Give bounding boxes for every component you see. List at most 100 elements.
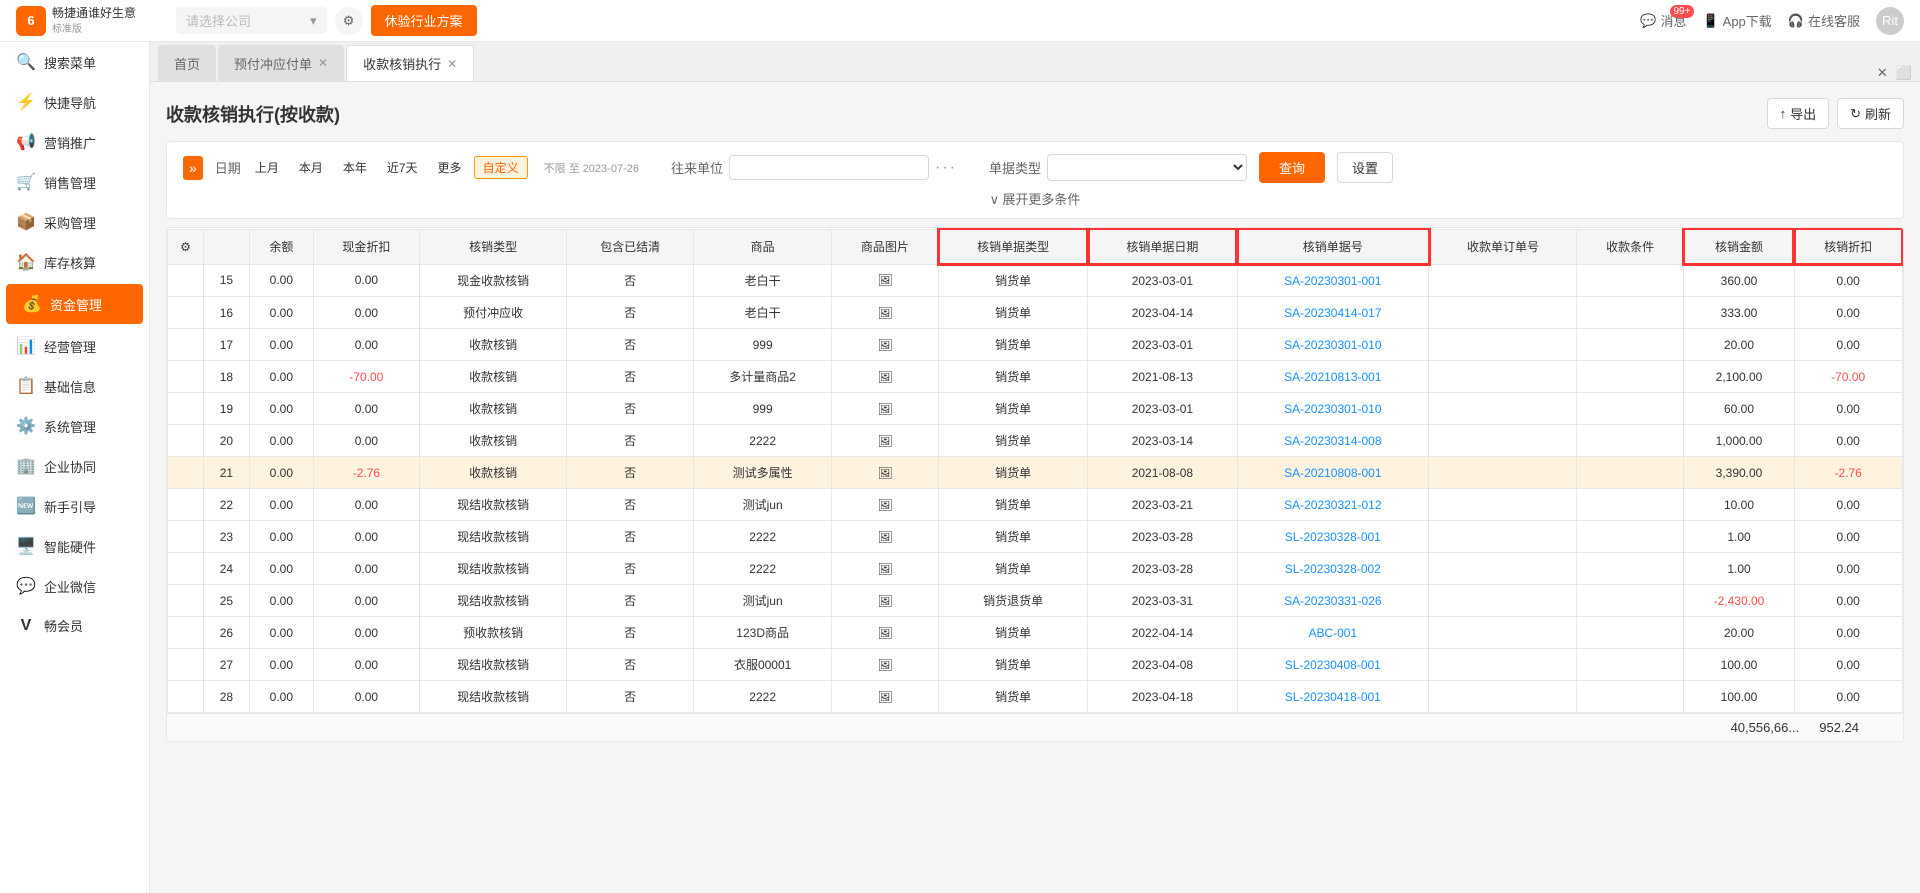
tab-expand-icon[interactable]: ⬜ <box>1896 65 1912 81</box>
cell-bill-report-no[interactable]: SL-20230328-001 <box>1237 521 1429 553</box>
period-custom[interactable]: 自定义 <box>474 156 528 179</box>
table-row: 220.000.00现结收款核销否测试jun🖼销货单2023-03-21SA-2… <box>168 489 1903 521</box>
sidebar-label: 新手引导 <box>44 497 96 516</box>
gear-icon[interactable]: ⚙ <box>335 7 363 35</box>
cell-bill-report-no[interactable]: ABC-001 <box>1237 617 1429 649</box>
cell-row-no: 23 <box>204 521 250 553</box>
cell-bill-report-type: 销货单 <box>939 457 1088 489</box>
cell-receipt-condition <box>1577 264 1684 297</box>
sidebar-item-sales[interactable]: 🛒 销售管理 <box>0 162 149 202</box>
period-this-year[interactable]: 本年 <box>335 157 375 178</box>
cell-bill-report-no[interactable]: SL-20230418-001 <box>1237 681 1429 713</box>
cell-bill-report-date: 2022-04-14 <box>1088 617 1237 649</box>
cell-bill-report-type: 销货单 <box>939 489 1088 521</box>
table-row: 270.000.00现结收款核销否衣服00001🖼销货单2023-04-08SL… <box>168 649 1903 681</box>
cell-row-no: 25 <box>204 585 250 617</box>
period-this-month[interactable]: 本月 <box>291 157 331 178</box>
sidebar-item-guide[interactable]: 🆕 新手引导 <box>0 486 149 526</box>
cell-write-off-type: 现金收款核销 <box>419 264 567 297</box>
user-name: Rit <box>1882 13 1898 28</box>
tab-close-all-icon[interactable]: ✕ <box>1877 65 1888 81</box>
tab-prepay[interactable]: 预付冲应付单 ✕ <box>218 45 344 81</box>
online-service-btn[interactable]: 🎧 在线客服 <box>1788 11 1860 30</box>
tab-collection[interactable]: 收款核销执行 ✕ <box>346 45 474 81</box>
cell-goods: 测试多属性 <box>694 457 832 489</box>
cell-write-off-type: 现结收款核销 <box>419 585 567 617</box>
table-row: 180.00-70.00收款核销否多计量商品2🖼销货单2021-08-13SA-… <box>168 361 1903 393</box>
cell-cash-discount: 0.00 <box>313 329 419 361</box>
filter-bill-type: 单据类型 <box>989 154 1247 181</box>
cell-write-off-discount: 0.00 <box>1794 681 1902 713</box>
cell-bill-report-no[interactable]: SA-20230301-010 <box>1237 329 1429 361</box>
sidebar-item-operations[interactable]: 📊 经营管理 <box>0 326 149 366</box>
cell-row-no: 17 <box>204 329 250 361</box>
cell-bill-report-no[interactable]: SA-20230301-001 <box>1237 264 1429 297</box>
cell-included-cleared: 否 <box>567 264 694 297</box>
sidebar-label: 营销推广 <box>44 133 96 152</box>
cell-bill-report-no[interactable]: SL-20230408-001 <box>1237 649 1429 681</box>
sidebar-item-inventory[interactable]: 🏠 库存核算 <box>0 242 149 282</box>
cell-bill-report-no[interactable]: SA-20210813-001 <box>1237 361 1429 393</box>
cell-bill-report-no[interactable]: SA-20230414-017 <box>1237 297 1429 329</box>
col-write-off-type: 核销类型 <box>419 229 567 264</box>
cell-bill-report-type: 销货单 <box>939 425 1088 457</box>
page-title: 收款核销执行(按收款) <box>166 101 340 127</box>
sidebar-item-finance[interactable]: 💰 资金管理 <box>6 284 143 324</box>
cell-write-off-amount: 100.00 <box>1684 681 1795 713</box>
col-gear[interactable]: ⚙ <box>168 229 204 264</box>
table-row: 230.000.00现结收款核销否2222🖼销货单2023-03-28SL-20… <box>168 521 1903 553</box>
table-row: 250.000.00现结收款核销否测试jun🖼销货退货单2023-03-31SA… <box>168 585 1903 617</box>
sidebar-label: 企业微信 <box>44 577 96 596</box>
cell-balance: 0.00 <box>249 521 313 553</box>
sidebar-label: 资金管理 <box>50 295 102 314</box>
customer-input[interactable] <box>729 155 929 180</box>
sidebar-item-search-menu[interactable]: 🔍 搜索菜单 <box>0 42 149 82</box>
cell-gear <box>168 329 204 361</box>
cell-write-off-type: 现结收款核销 <box>419 521 567 553</box>
cell-bill-report-no[interactable]: SA-20230314-008 <box>1237 425 1429 457</box>
sidebar-item-quick-nav[interactable]: ⚡ 快捷导航 <box>0 82 149 122</box>
cell-cash-discount: 0.00 <box>313 425 419 457</box>
period-last-month[interactable]: 上月 <box>247 157 287 178</box>
tab-home[interactable]: 首页 <box>158 45 216 81</box>
cell-bill-report-no[interactable]: SA-20210808-001 <box>1237 457 1429 489</box>
period-7days[interactable]: 近7天 <box>379 157 426 178</box>
company-select[interactable]: 请选择公司 ▾ <box>176 7 327 34</box>
cell-receipt-order-no <box>1429 329 1577 361</box>
message-btn[interactable]: 💬 消息 99+ <box>1640 11 1686 30</box>
sidebar-item-enterprise[interactable]: 🏢 企业协同 <box>0 446 149 486</box>
cell-bill-report-no[interactable]: SL-20230328-002 <box>1237 553 1429 585</box>
cell-included-cleared: 否 <box>567 425 694 457</box>
bill-type-select[interactable] <box>1047 154 1247 181</box>
cell-goods-img: 🖼 <box>832 553 939 585</box>
app-download-btn[interactable]: 📱 App下载 <box>1702 11 1771 30</box>
sidebar-item-basic-info[interactable]: 📋 基础信息 <box>0 366 149 406</box>
industry-btn[interactable]: 休验行业方案 <box>371 5 477 36</box>
period-more[interactable]: 更多 <box>430 157 470 178</box>
sidebar-item-system[interactable]: ⚙️ 系统管理 <box>0 406 149 446</box>
tab-close-icon[interactable]: ✕ <box>318 56 328 70</box>
search-icon: 🔍 <box>16 52 36 72</box>
tab-close-icon[interactable]: ✕ <box>447 57 457 71</box>
export-btn[interactable]: ↑ 导出 <box>1767 98 1830 129</box>
sidebar-item-purchase[interactable]: 📦 采购管理 <box>0 202 149 242</box>
cell-bill-report-no[interactable]: SA-20230331-026 <box>1237 585 1429 617</box>
sidebar-item-wechat[interactable]: 💬 企业微信 <box>0 566 149 606</box>
cell-bill-report-no[interactable]: SA-20230321-012 <box>1237 489 1429 521</box>
expand-more-btn[interactable]: ∨ 展开更多条件 <box>183 189 1887 208</box>
cell-bill-report-no[interactable]: SA-20230301-010 <box>1237 393 1429 425</box>
query-btn[interactable]: 查询 <box>1259 152 1325 183</box>
refresh-btn[interactable]: ↻ 刷新 <box>1837 98 1904 129</box>
avatar[interactable]: Rit <box>1876 7 1904 35</box>
settings-btn[interactable]: 设置 <box>1337 152 1393 183</box>
cell-cash-discount: 0.00 <box>313 681 419 713</box>
chevron-down-icon: ▾ <box>310 13 317 29</box>
sidebar-item-marketing[interactable]: 📢 营销推广 <box>0 122 149 162</box>
cell-goods: 2222 <box>694 425 832 457</box>
sidebar-item-hardware[interactable]: 🖥️ 智能硬件 <box>0 526 149 566</box>
basic-info-icon: 📋 <box>16 376 36 396</box>
table-wrapper[interactable]: ⚙ 余额 现金折扣 核销类型 包含已结清 商品 商品图片 核销单据类型 核销单据… <box>167 228 1903 713</box>
filter-collapse-btn[interactable]: » <box>183 156 203 180</box>
sidebar-item-vip[interactable]: V 畅会员 <box>0 606 149 645</box>
cell-bill-report-type: 销货单 <box>939 264 1088 297</box>
